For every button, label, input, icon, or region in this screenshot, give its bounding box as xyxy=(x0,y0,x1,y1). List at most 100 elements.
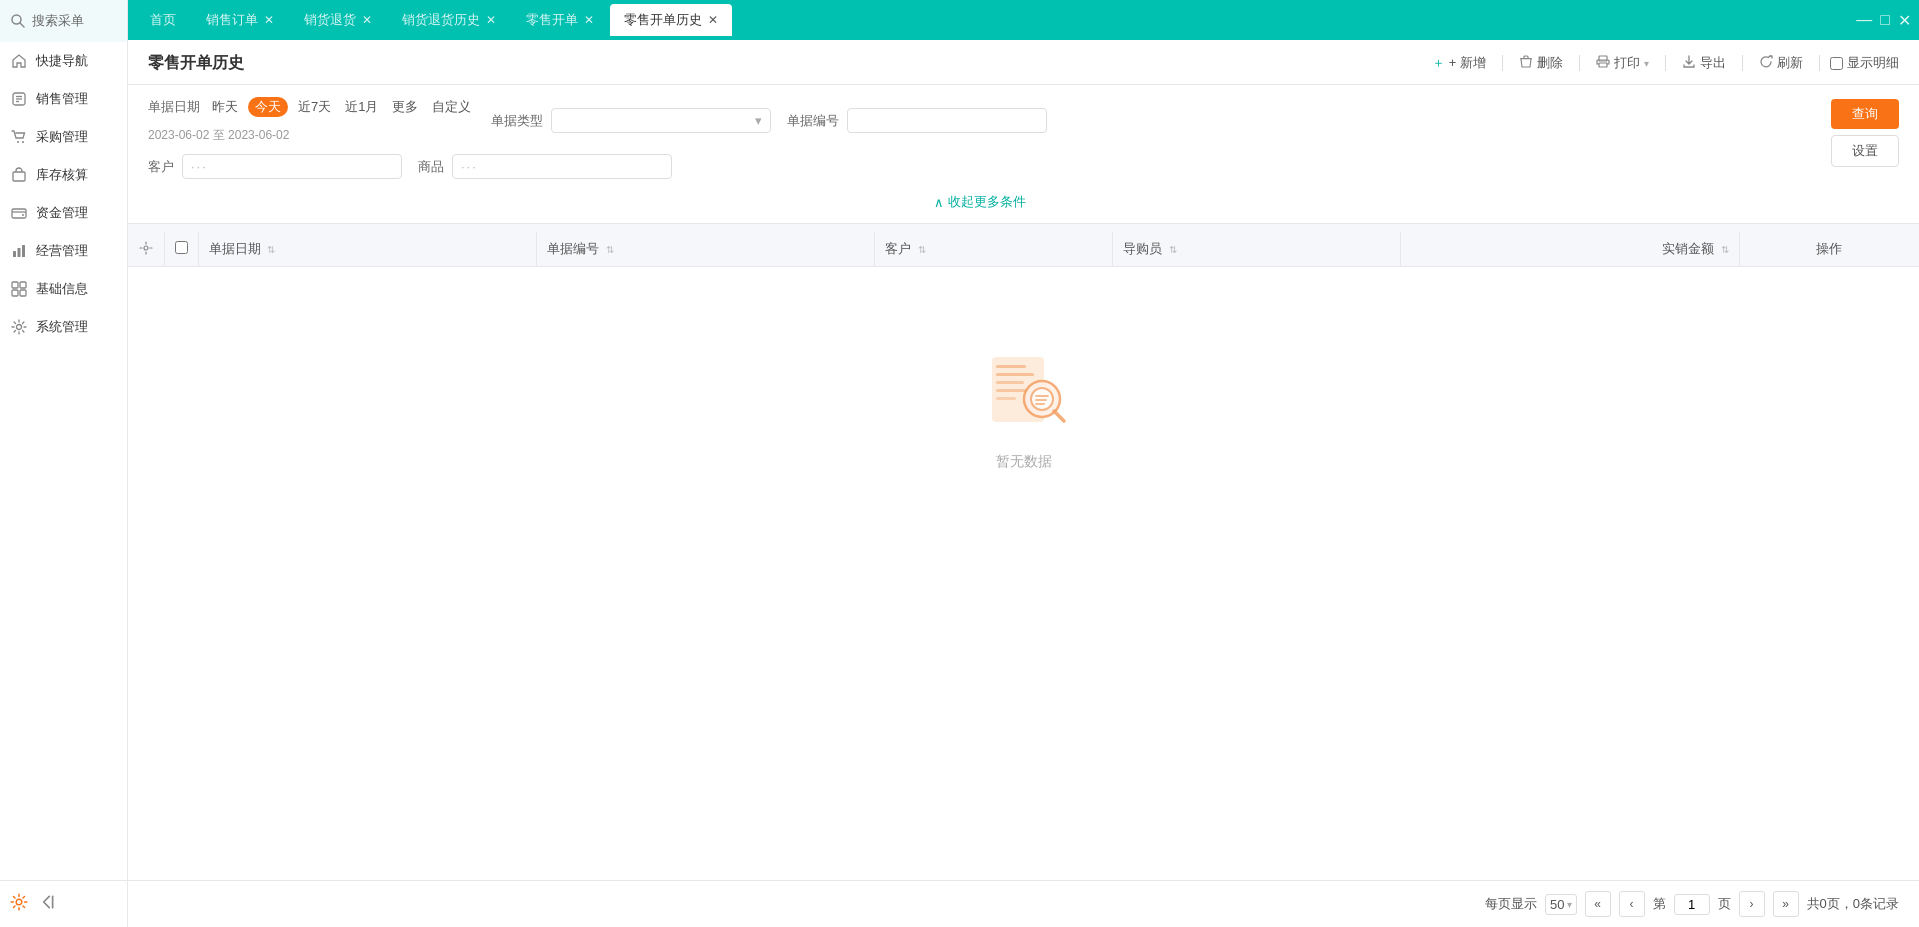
svg-rect-17 xyxy=(20,290,26,296)
product-label: 商品 xyxy=(418,158,444,176)
refresh-icon xyxy=(1759,55,1773,72)
date-opt-today[interactable]: 今天 xyxy=(248,97,288,117)
svg-rect-12 xyxy=(18,248,21,257)
print-icon xyxy=(1596,55,1610,72)
sidebar-item-inventory[interactable]: 库存核算 xyxy=(0,156,127,194)
total-records: 共0页，0条记录 xyxy=(1807,895,1899,913)
window-controls: — □ ✕ xyxy=(1856,11,1911,30)
svg-rect-27 xyxy=(996,373,1034,376)
tab-close-sales-return-history[interactable]: ✕ xyxy=(486,14,496,26)
date-opt-7days[interactable]: 近7天 xyxy=(294,97,335,117)
last-page-button[interactable]: » xyxy=(1773,891,1799,917)
maximize-button[interactable]: □ xyxy=(1880,11,1890,29)
date-opt-1month[interactable]: 近1月 xyxy=(341,97,382,117)
sidebar-item-purchase-mgmt[interactable]: 采购管理 xyxy=(0,118,127,156)
data-table: 单据日期 ⇅ 单据编号 ⇅ 客户 ⇅ 导购员 ⇅ xyxy=(128,232,1919,551)
add-button[interactable]: ＋ + 新增 xyxy=(1426,50,1492,76)
close-button[interactable]: ✕ xyxy=(1898,11,1911,30)
th-customer[interactable]: 客户 ⇅ xyxy=(875,232,1113,267)
number-input[interactable] xyxy=(847,108,1047,133)
tab-close-retail-open-history[interactable]: ✕ xyxy=(708,14,718,26)
sidebar-item-sys-mgmt[interactable]: 系统管理 xyxy=(0,308,127,346)
wallet-icon xyxy=(10,204,28,222)
chart-icon xyxy=(10,242,28,260)
th-number[interactable]: 单据编号 ⇅ xyxy=(536,232,874,267)
th-checkbox[interactable] xyxy=(164,232,198,267)
svg-point-10 xyxy=(22,214,24,216)
svg-point-24 xyxy=(144,246,148,250)
query-button[interactable]: 查询 xyxy=(1831,99,1899,129)
select-all-checkbox[interactable] xyxy=(175,241,188,254)
tab-sales-order[interactable]: 销售订单 ✕ xyxy=(192,4,288,36)
date-opt-custom[interactable]: 自定义 xyxy=(428,97,475,117)
svg-rect-28 xyxy=(996,381,1024,384)
print-button[interactable]: 打印 ▾ xyxy=(1590,50,1655,76)
tab-sales-return-history[interactable]: 销货退货历史 ✕ xyxy=(388,4,510,36)
delete-button[interactable]: 删除 xyxy=(1513,50,1569,76)
svg-rect-26 xyxy=(996,365,1026,368)
tab-retail-open-history[interactable]: 零售开单历史 ✕ xyxy=(610,4,732,36)
svg-rect-13 xyxy=(22,245,25,257)
display-detail-checkbox[interactable] xyxy=(1830,57,1843,70)
refresh-button[interactable]: 刷新 xyxy=(1753,50,1809,76)
sidebar-item-basic-info[interactable]: 基础信息 xyxy=(0,270,127,308)
next-page-button[interactable]: › xyxy=(1739,891,1765,917)
sidebar-search[interactable]: 搜索采单 xyxy=(0,0,127,42)
sort-customer-icon: ⇅ xyxy=(918,244,926,255)
toolbar-divider-3 xyxy=(1665,55,1666,71)
filter-row-2: 客户 ··· 商品 ··· xyxy=(148,154,1811,179)
svg-rect-21 xyxy=(1520,58,1532,59)
filter-main: 单据日期 昨天 今天 近7天 近1月 更多 自定义 202 xyxy=(148,97,1899,215)
settings-bottom-icon[interactable] xyxy=(10,893,28,915)
per-page-select[interactable]: 50 ▾ xyxy=(1545,894,1576,915)
cart-icon xyxy=(10,128,28,146)
display-detail-checkbox-label[interactable]: 显示明细 xyxy=(1830,54,1899,72)
sort-date-icon: ⇅ xyxy=(267,244,275,255)
per-page-label: 每页显示 xyxy=(1485,895,1537,913)
customer-input[interactable]: ··· xyxy=(182,154,402,179)
per-page-arrow: ▾ xyxy=(1567,899,1572,910)
type-label: 单据类型 xyxy=(491,112,543,130)
sidebar-item-quick-nav[interactable]: 快捷导航 xyxy=(0,42,127,80)
page-header: 零售开单历史 ＋ + 新增 删除 打印 xyxy=(128,40,1919,85)
tab-close-sales-return[interactable]: ✕ xyxy=(362,14,372,26)
page-suffix: 页 xyxy=(1718,895,1731,913)
toolbar-divider-4 xyxy=(1742,55,1743,71)
th-guide[interactable]: 导购员 ⇅ xyxy=(1113,232,1401,267)
customer-label: 客户 xyxy=(148,158,174,176)
th-amount[interactable]: 实销金额 ⇅ xyxy=(1401,232,1739,267)
collapse-button[interactable]: ∧ 收起更多条件 xyxy=(148,189,1811,215)
tab-retail-open[interactable]: 零售开单 ✕ xyxy=(512,4,608,36)
th-settings[interactable] xyxy=(128,232,164,267)
filter-settings-button[interactable]: 设置 xyxy=(1831,135,1899,167)
product-input[interactable]: ··· xyxy=(452,154,672,179)
print-arrow-icon: ▾ xyxy=(1644,58,1649,69)
date-opt-yesterday[interactable]: 昨天 xyxy=(208,97,242,117)
collapse-sidebar-icon[interactable] xyxy=(38,893,56,915)
sidebar-item-finance-mgmt[interactable]: 资金管理 xyxy=(0,194,127,232)
svg-rect-16 xyxy=(12,290,18,296)
prev-page-button[interactable]: ‹ xyxy=(1619,891,1645,917)
date-label: 单据日期 xyxy=(148,98,200,116)
svg-rect-9 xyxy=(12,209,26,218)
sidebar: 搜索采单 快捷导航 销售管理 采购管理 库存核算 资金管理 经营管理 xyxy=(0,0,128,927)
search-label: 搜索采单 xyxy=(32,12,84,30)
type-select[interactable]: ▾ xyxy=(551,108,771,133)
page-number-input[interactable] xyxy=(1674,894,1710,915)
sidebar-item-sales-mgmt[interactable]: 销售管理 xyxy=(0,80,127,118)
sidebar-item-ops-mgmt[interactable]: 经营管理 xyxy=(0,232,127,270)
tab-close-retail-open[interactable]: ✕ xyxy=(584,14,594,26)
toolbar-divider-2 xyxy=(1579,55,1580,71)
toolbar: ＋ + 新增 删除 打印 ▾ xyxy=(1426,50,1899,76)
export-button[interactable]: 导出 xyxy=(1676,50,1732,76)
tab-home[interactable]: 首页 xyxy=(136,4,190,36)
tab-close-sales-order[interactable]: ✕ xyxy=(264,14,274,26)
date-opt-more[interactable]: 更多 xyxy=(388,97,422,117)
minimize-button[interactable]: — xyxy=(1856,11,1872,29)
sidebar-item-label: 系统管理 xyxy=(36,318,88,336)
first-page-button[interactable]: « xyxy=(1585,891,1611,917)
filter-fields: 单据日期 昨天 今天 近7天 近1月 更多 自定义 202 xyxy=(148,97,1811,215)
content-area: 零售开单历史 ＋ + 新增 删除 打印 xyxy=(128,40,1919,927)
th-date[interactable]: 单据日期 ⇅ xyxy=(198,232,536,267)
tab-sales-return[interactable]: 销货退货 ✕ xyxy=(290,4,386,36)
